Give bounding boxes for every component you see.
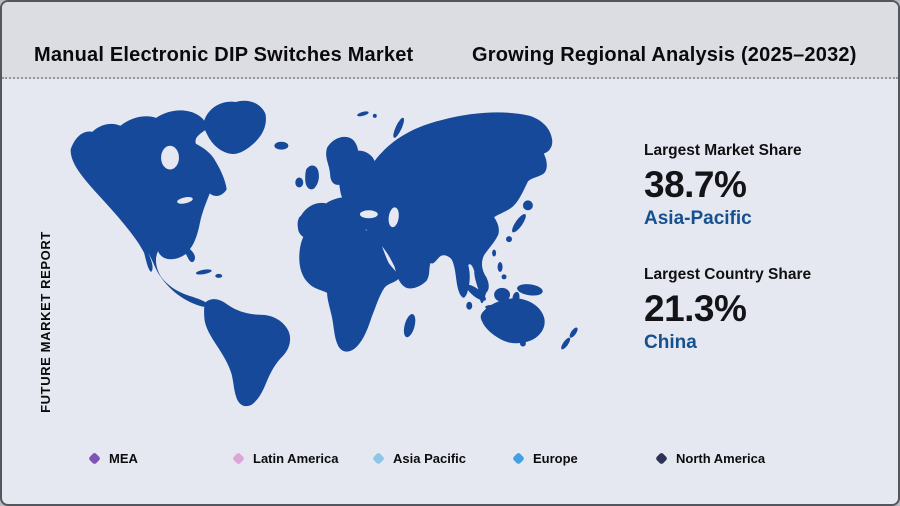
stat-market-share-region: Asia-Pacific [644, 207, 752, 229]
island-borneo [494, 287, 511, 302]
island-new-zealand-south [561, 337, 571, 350]
legend-item-latin-america: Latin America [232, 448, 339, 468]
stat-market-share-value: 38.7% [644, 164, 747, 205]
sea-hudson-bay [161, 145, 179, 170]
island-arctic-dot [372, 113, 377, 118]
stat-country-share-value: 21.3% [644, 287, 747, 329]
title-bar: Manual Electronic DIP Switches Market Gr… [2, 2, 898, 79]
legend-item-europe: Europe [512, 448, 578, 468]
stat-market-share-label: Largest Market Share [644, 142, 802, 159]
landmass-greenland [203, 100, 266, 155]
landmass-britain [305, 165, 319, 190]
island-madagascar [403, 314, 416, 338]
legend-dot-north-america [655, 451, 668, 465]
legend-dot-europe [512, 451, 525, 465]
sea-black-sea [359, 210, 378, 219]
legend-item-asia-pacific: Asia Pacific [372, 448, 466, 468]
brand-vertical-label: FUTURE MARKET REPORT [38, 231, 53, 413]
island-philippines-south [501, 274, 507, 280]
island-hokkaido [522, 200, 533, 211]
island-iceland [274, 141, 289, 150]
landmass-south-america [204, 299, 291, 407]
stat-country-share-label: Largest Country Share [644, 265, 812, 283]
legend-item-north-america: North America [655, 448, 766, 468]
stats-panel: Largest Market Share 38.7% Asia-Pacific … [644, 142, 890, 354]
world-map [70, 100, 578, 407]
infographic-frame: Manual Electronic DIP Switches Market Gr… [0, 0, 900, 506]
island-cuba [195, 269, 212, 275]
island-hispaniola [215, 273, 223, 278]
island-new-guinea [517, 284, 543, 296]
legend-label-asia-pacific: Asia Pacific [393, 450, 466, 466]
legend-item-mea: MEA [88, 448, 138, 468]
island-ireland [295, 177, 304, 188]
island-svalbard [357, 111, 369, 117]
legend-dot-mea [88, 451, 101, 465]
legend-label-europe: Europe [533, 450, 578, 466]
island-new-zealand-north [569, 327, 578, 338]
world-map-container [64, 94, 622, 432]
island-kyushu [506, 236, 512, 243]
page-title-market: Manual Electronic DIP Switches Market [34, 44, 414, 66]
legend-dot-latin-america [232, 451, 245, 465]
map-legend: MEA Latin America Asia Pacific Europe No… [2, 448, 898, 470]
stat-country-share-region: China [644, 331, 697, 353]
landmass-north-america [70, 110, 227, 307]
page-title-analysis: Growing Regional Analysis (2025–2032) [472, 44, 857, 66]
island-sri-lanka [466, 301, 473, 310]
legend-label-latin-america: Latin America [253, 450, 339, 466]
island-tasmania [519, 340, 526, 347]
legend-dot-asia-pacific [372, 451, 385, 465]
island-taiwan [492, 249, 497, 257]
island-honshu [512, 214, 526, 233]
legend-label-north-america: North America [676, 450, 766, 466]
stat-market-share: Largest Market Share 38.7% Asia-Pacific [644, 142, 890, 230]
stat-country-share: Largest Country Share 21.3% China [644, 266, 890, 354]
island-philippines-north [497, 262, 503, 272]
world-map-land [70, 100, 578, 407]
legend-label-mea: MEA [109, 450, 138, 466]
